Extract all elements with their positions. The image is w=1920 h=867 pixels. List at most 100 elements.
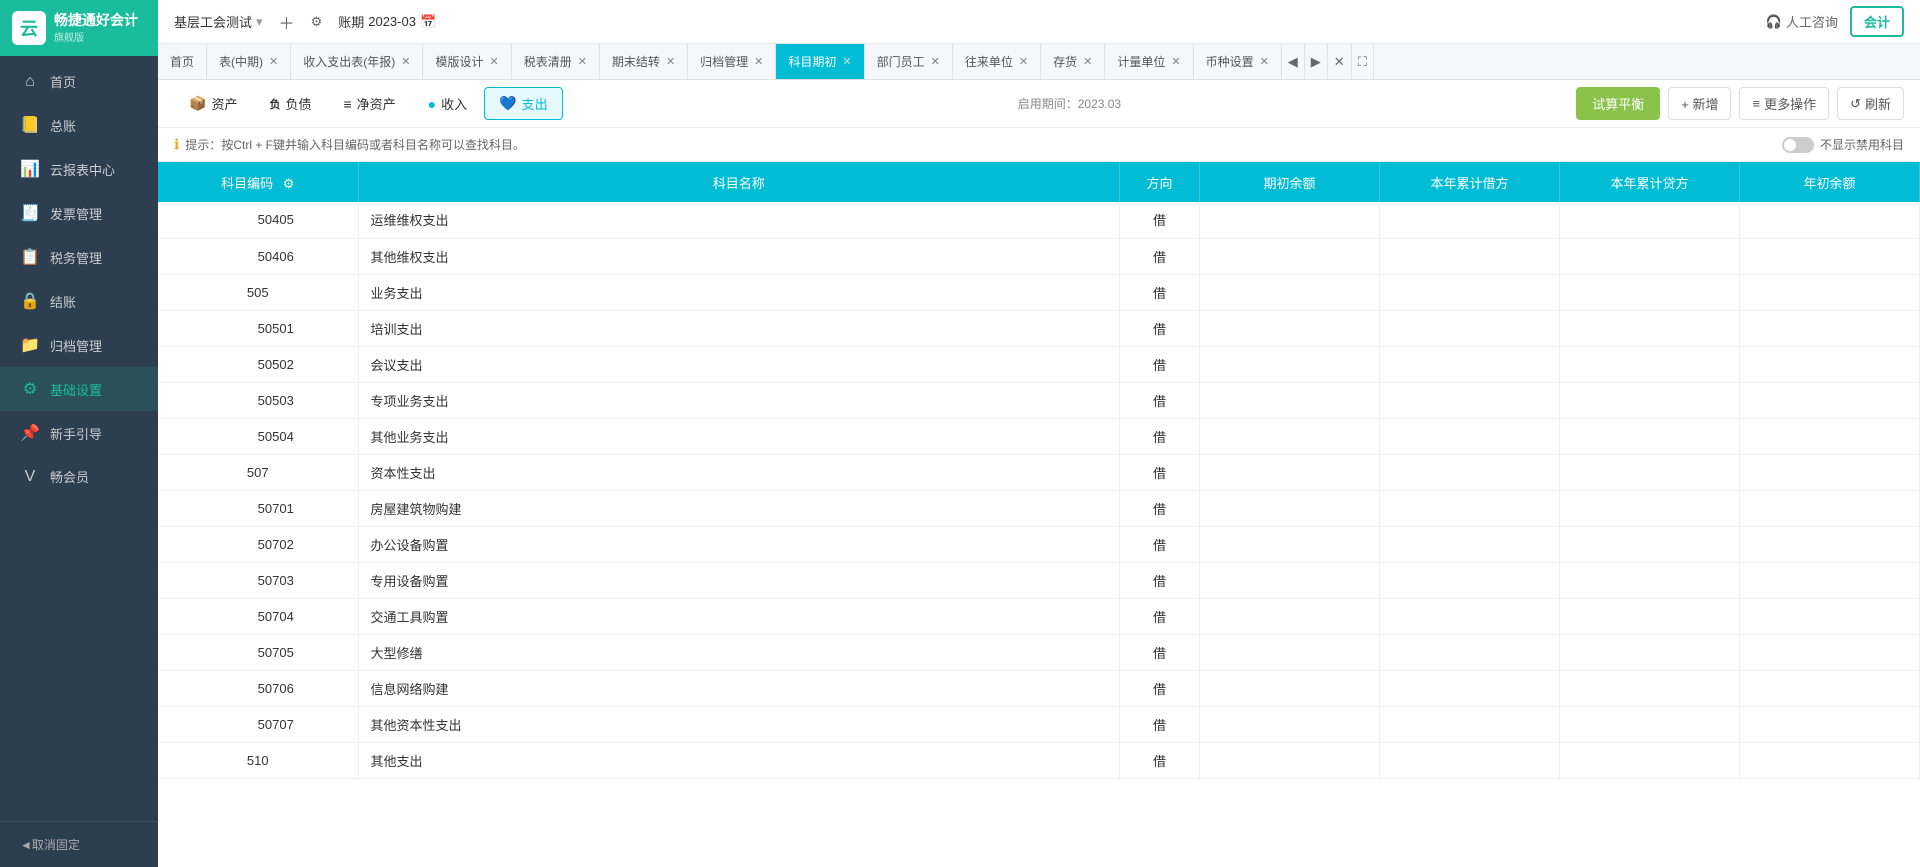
cell-code: 50701 xyxy=(158,490,358,526)
tab-close-icon[interactable]: ✕ xyxy=(754,55,763,68)
table-row[interactable]: 510其他支出借 xyxy=(158,742,1920,778)
subtab-asset[interactable]: 📦 资产 xyxy=(174,87,252,120)
table-row[interactable]: 50406其他维权支出借 xyxy=(158,238,1920,274)
sidebar-item-guide[interactable]: 📌 新手引导 xyxy=(0,411,158,455)
tab-prev-btn[interactable]: ◀ xyxy=(1282,44,1305,80)
tab-close-icon[interactable]: ✕ xyxy=(1171,55,1180,68)
cell-dir: 借 xyxy=(1120,274,1200,310)
settings-col-icon[interactable]: ⚙ xyxy=(283,176,295,191)
period-value: 2023-03 xyxy=(368,14,416,29)
support-btn[interactable]: 🎧 人工咨询 xyxy=(1766,12,1838,31)
sidebar-item-label: 税务管理 xyxy=(50,248,102,267)
tab-label: 币种设置 xyxy=(1206,53,1254,70)
sidebar-item-ledger[interactable]: 📒 总账 xyxy=(0,103,158,147)
tab-close-icon[interactable]: ✕ xyxy=(1019,55,1028,68)
tab-mid[interactable]: 表(中期) ✕ xyxy=(207,44,291,80)
tab-expand-btn[interactable]: ⛶ xyxy=(1352,44,1374,80)
tab-close-icon[interactable]: ✕ xyxy=(269,55,278,68)
sidebar-item-member[interactable]: V 畅会员 xyxy=(0,455,158,498)
cell-dir: 借 xyxy=(1120,562,1200,598)
tab-tax[interactable]: 税表清册 ✕ xyxy=(512,44,600,80)
cell-ytd-credit xyxy=(1560,706,1740,742)
cell-year-begin xyxy=(1740,490,1920,526)
subtab-income[interactable]: ● 收入 xyxy=(413,87,482,120)
table-row[interactable]: 50706信息网络购建借 xyxy=(158,670,1920,706)
expense-icon: 💙 xyxy=(499,95,516,112)
tab-label: 首页 xyxy=(170,53,194,70)
sidebar-item-invoice[interactable]: 🧾 发票管理 xyxy=(0,191,158,235)
subtab-expense[interactable]: 💙 支出 xyxy=(484,87,562,120)
sidebar-item-settings[interactable]: ⚙ 基础设置 xyxy=(0,367,158,411)
refresh-btn[interactable]: ↺ 刷新 xyxy=(1837,87,1904,120)
table-row[interactable]: 50502会议支出借 xyxy=(158,346,1920,382)
cell-year-begin xyxy=(1740,274,1920,310)
sidebar-item-close[interactable]: 🔒 结账 xyxy=(0,279,158,323)
table-row[interactable]: 50504其他业务支出借 xyxy=(158,418,1920,454)
calendar-icon[interactable]: 📅 xyxy=(420,14,436,30)
table-row[interactable]: 50701房屋建筑物购建借 xyxy=(158,490,1920,526)
table-row[interactable]: 50707其他资本性支出借 xyxy=(158,706,1920,742)
sidebar-item-archive[interactable]: 📁 归档管理 xyxy=(0,323,158,367)
tab-template[interactable]: 模版设计 ✕ xyxy=(423,44,511,80)
cell-name: 信息网络购建 xyxy=(358,670,1120,706)
sidebar-item-home[interactable]: ⌂ 首页 xyxy=(0,60,158,103)
tab-annual[interactable]: 收入支出表(年报) ✕ xyxy=(291,44,423,80)
tab-partner[interactable]: 往来单位 ✕ xyxy=(953,44,1041,80)
table-row[interactable]: 50704交通工具购置借 xyxy=(158,598,1920,634)
sidebar-item-tax[interactable]: 📋 税务管理 xyxy=(0,235,158,279)
tab-archive[interactable]: 归档管理 ✕ xyxy=(688,44,776,80)
tab-home[interactable]: 首页 xyxy=(158,44,207,80)
sidebar-pin-toggle[interactable]: ◄取消固定 xyxy=(0,821,158,867)
tab-close-icon[interactable]: ✕ xyxy=(401,55,410,68)
reports-icon: 📊 xyxy=(20,159,40,179)
add-company-btn[interactable]: ＋ xyxy=(279,10,295,34)
cell-name: 专用设备购置 xyxy=(358,562,1120,598)
toggle-track[interactable] xyxy=(1782,137,1814,153)
tab-dept[interactable]: 部门员工 ✕ xyxy=(865,44,953,80)
balance-btn[interactable]: 试算平衡 xyxy=(1576,87,1660,120)
table-row[interactable]: 50501培训支出借 xyxy=(158,310,1920,346)
table-row[interactable]: 505业务支出借 xyxy=(158,274,1920,310)
tab-close-icon[interactable]: ✕ xyxy=(1083,55,1092,68)
subtab-liability[interactable]: 负 负债 xyxy=(254,87,326,120)
tab-stock[interactable]: 存货 ✕ xyxy=(1041,44,1105,80)
tab-subject-init[interactable]: 科目期初 ✕ xyxy=(776,44,864,80)
invoice-icon: 🧾 xyxy=(20,203,40,223)
tab-close-icon[interactable]: ✕ xyxy=(666,55,675,68)
tab-close-icon[interactable]: ✕ xyxy=(842,55,851,68)
more-btn[interactable]: ≡ 更多操作 xyxy=(1739,87,1829,120)
company-selector[interactable]: 基层工会测试 ▾ xyxy=(174,12,263,31)
tab-close-all-btn[interactable]: ✕ xyxy=(1328,44,1352,80)
tab-close-icon[interactable]: ✕ xyxy=(1260,55,1269,68)
tab-close-icon[interactable]: ✕ xyxy=(931,55,940,68)
table-row[interactable]: 50405运维维权支出借 xyxy=(158,202,1920,238)
tab-next-btn[interactable]: ▶ xyxy=(1305,44,1328,80)
tab-currency[interactable]: 币种设置 ✕ xyxy=(1194,44,1282,80)
disable-toggle[interactable]: 不显示禁用科目 xyxy=(1782,136,1904,153)
sidebar-item-reports[interactable]: 📊 云报表中心 xyxy=(0,147,158,191)
cell-ytd-credit xyxy=(1560,670,1740,706)
table-row[interactable]: 507资本性支出借 xyxy=(158,454,1920,490)
header-ytd-credit: 本年累计贷方 xyxy=(1560,162,1740,202)
subtab-net-asset[interactable]: ≡ 净资产 xyxy=(328,87,410,120)
cell-ytd-credit xyxy=(1560,418,1740,454)
cell-name: 业务支出 xyxy=(358,274,1120,310)
period-active-label: 启用期间：2023.03 xyxy=(1018,95,1121,112)
table-row[interactable]: 50702办公设备购置借 xyxy=(158,526,1920,562)
role-button[interactable]: 会计 xyxy=(1850,6,1904,37)
tab-yearend[interactable]: 期末结转 ✕ xyxy=(600,44,688,80)
tab-label: 归档管理 xyxy=(700,53,748,70)
cell-ytd-debit xyxy=(1380,526,1560,562)
add-btn[interactable]: + 新增 xyxy=(1668,87,1731,120)
hint-text: 提示：按Ctrl + F键并输入科目编码或者科目名称可以查找科目。 xyxy=(185,136,525,153)
table-row[interactable]: 50705大型修缮借 xyxy=(158,634,1920,670)
close-ledger-icon: 🔒 xyxy=(20,291,40,311)
tab-unit[interactable]: 计量单位 ✕ xyxy=(1105,44,1193,80)
hintbar: ℹ 提示：按Ctrl + F键并输入科目编码或者科目名称可以查找科目。 不显示禁… xyxy=(158,128,1920,162)
table-row[interactable]: 50503专项业务支出借 xyxy=(158,382,1920,418)
settings-gear-icon[interactable]: ⚙ xyxy=(311,14,323,30)
tab-close-icon[interactable]: ✕ xyxy=(578,55,587,68)
table-row[interactable]: 50703专用设备购置借 xyxy=(158,562,1920,598)
cell-ytd-credit xyxy=(1560,454,1740,490)
tab-close-icon[interactable]: ✕ xyxy=(489,55,498,68)
